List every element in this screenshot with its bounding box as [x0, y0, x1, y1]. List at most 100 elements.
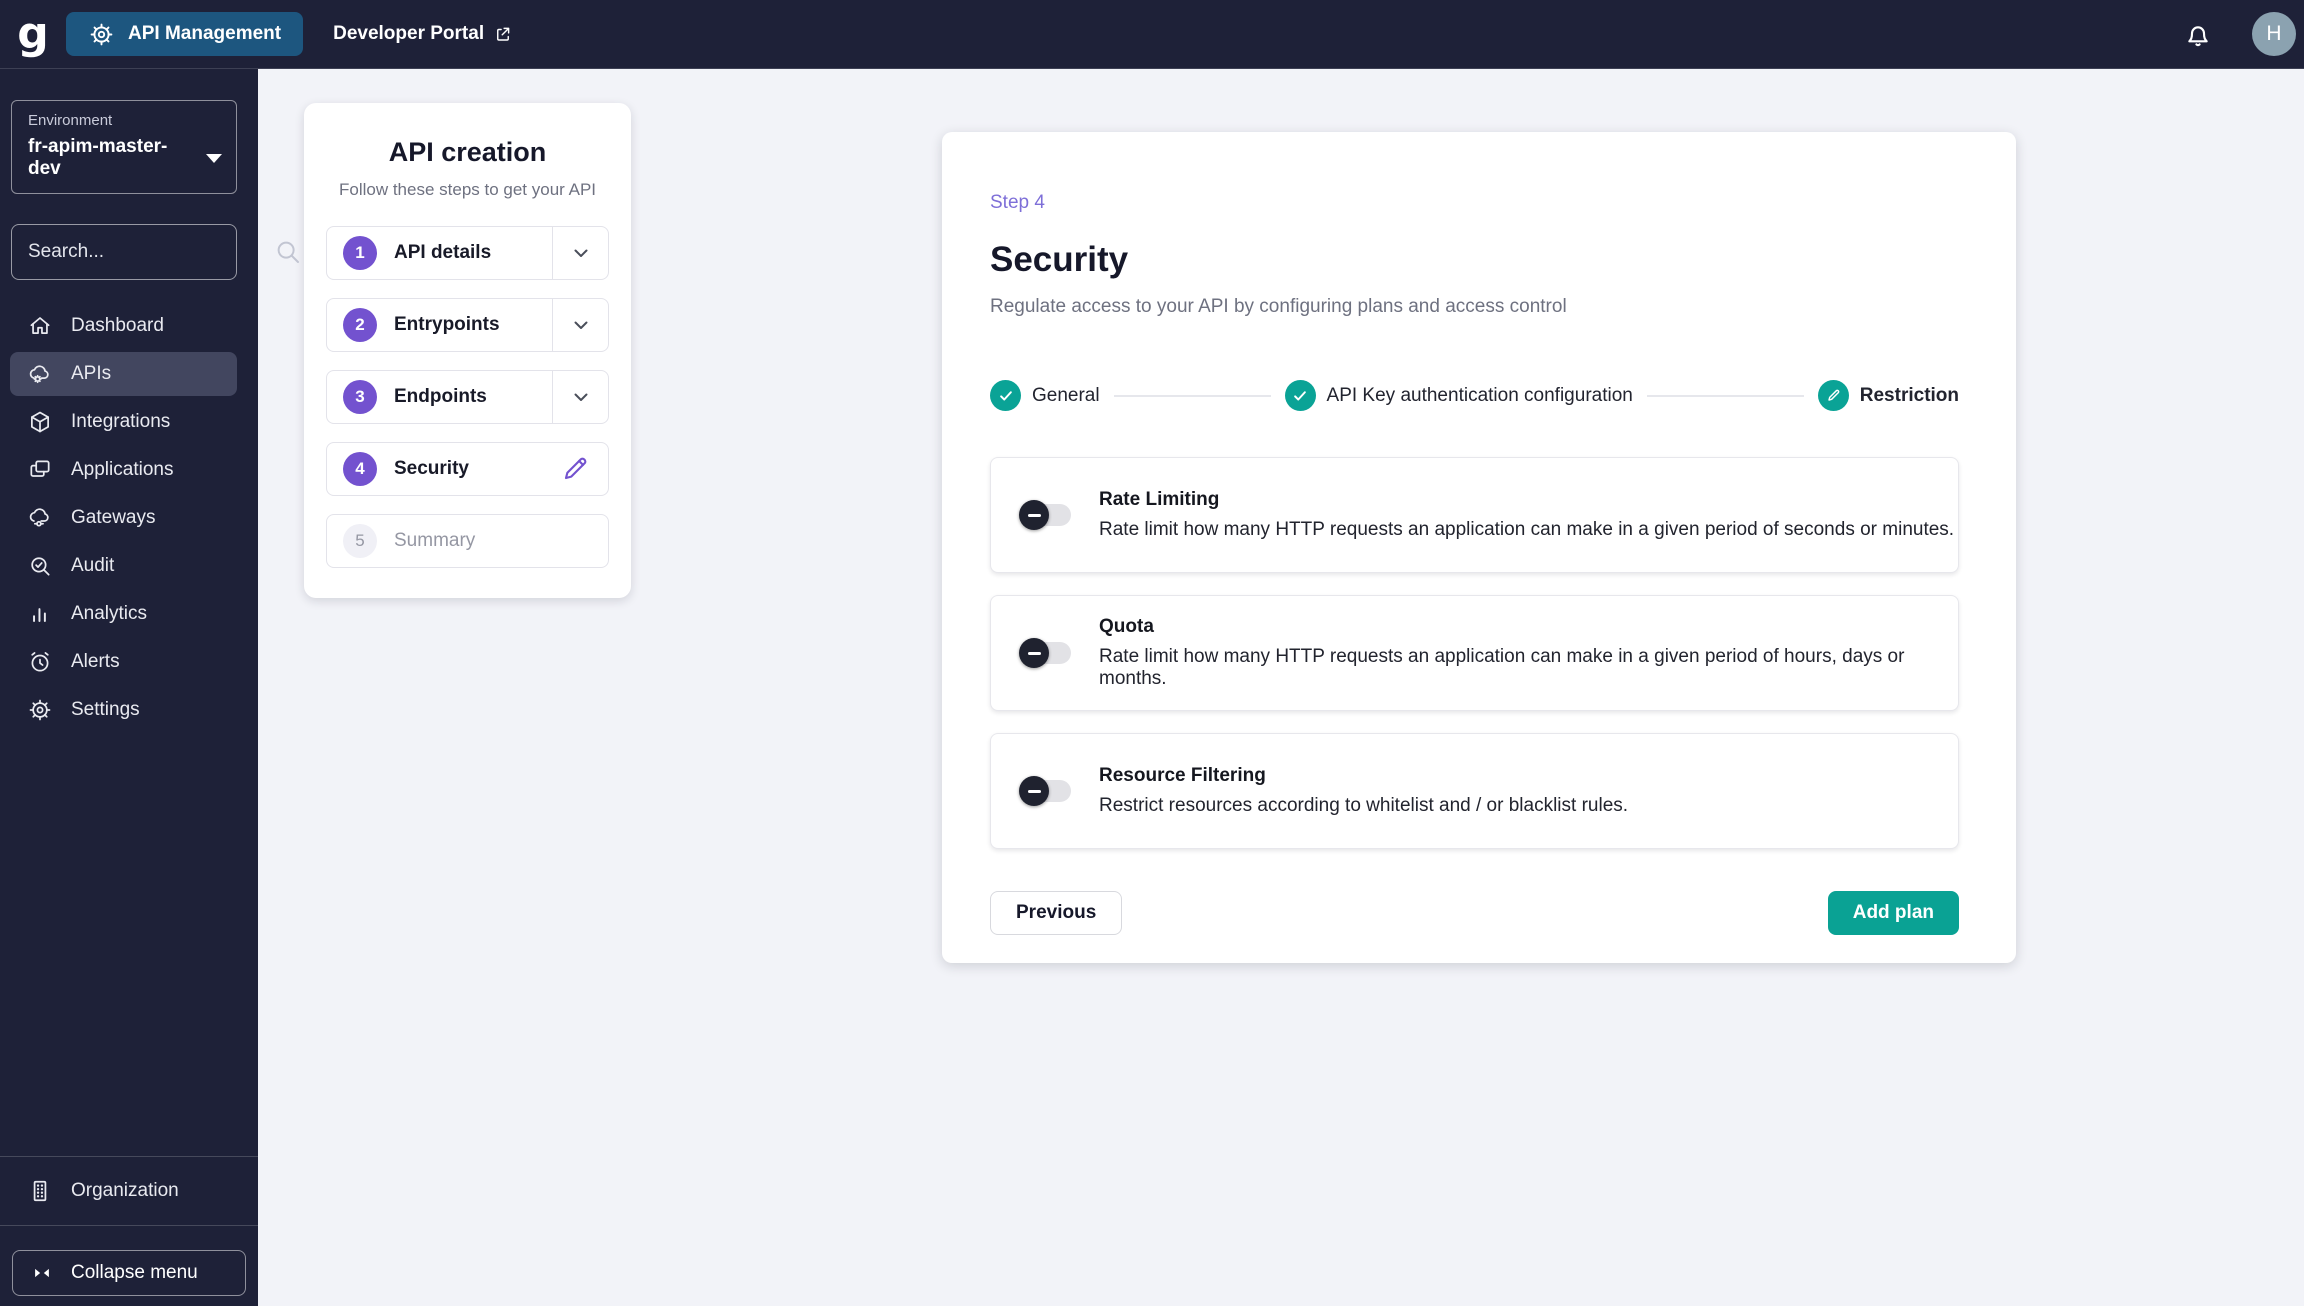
sidebar-item-audit[interactable]: Audit — [10, 544, 237, 588]
step-number-badge: 4 — [343, 452, 377, 486]
expand-step-button[interactable] — [552, 371, 608, 423]
environment-value: fr-apim-master-dev — [28, 136, 168, 179]
sidebar-divider — [0, 1156, 258, 1157]
gear-icon — [27, 697, 53, 723]
resource-filtering-toggle[interactable] — [1019, 776, 1071, 806]
rate-limiting-toggle[interactable] — [1019, 500, 1071, 530]
rate-limiting-card: Rate Limiting Rate limit how many HTTP r… — [990, 457, 1959, 573]
step-label: Summary — [394, 530, 476, 551]
sidebar-item-alerts[interactable]: Alerts — [10, 640, 237, 684]
toggle-description: Restrict resources according to whitelis… — [1099, 795, 1629, 816]
add-plan-button[interactable]: Add plan — [1827, 891, 1959, 935]
check-icon — [990, 380, 1021, 411]
collapse-menu-button[interactable]: Collapse menu — [12, 1250, 246, 1296]
sidebar-item-label: Integrations — [71, 411, 171, 432]
toggle-description: Rate limit how many HTTP requests an app… — [1099, 519, 1955, 540]
gravitee-logo: g — [0, 12, 66, 56]
wizard-step-api-details: 1 API details — [326, 226, 609, 280]
topbar: g API Management Developer Portal H — [0, 0, 2304, 69]
stepper-item-general[interactable]: General — [990, 380, 1100, 411]
search-input[interactable] — [28, 241, 273, 263]
chevron-down-icon — [569, 241, 593, 265]
sidebar-item-label: Gateways — [71, 507, 156, 528]
cloud-gear-icon — [27, 361, 53, 387]
developer-portal-link[interactable]: Developer Portal — [333, 23, 512, 45]
chevron-down-icon — [569, 313, 593, 337]
toggle-description: Rate limit how many HTTP requests an app… — [1099, 646, 1905, 689]
gravitee-logo-glyph: g — [17, 8, 49, 59]
step-label: API details — [394, 242, 492, 263]
avatar-initial: H — [2266, 22, 2282, 45]
stepper-item-apikey-config[interactable]: API Key authentication configuration — [1284, 380, 1633, 411]
step-label: Entrypoints — [394, 314, 500, 335]
quota-card: Quota Rate limit how many HTTP requests … — [990, 595, 1959, 711]
step-indicator: Step 4 — [990, 192, 1045, 213]
stepper-label: General — [1032, 384, 1100, 406]
step-label: Security — [394, 458, 469, 479]
sidebar-item-label: Applications — [71, 459, 174, 480]
previous-button[interactable]: Previous — [990, 891, 1123, 935]
windows-icon — [27, 457, 53, 483]
sidebar: Environment fr-apim-master-dev Dashboard — [0, 69, 299, 1306]
sidebar-item-dashboard[interactable]: Dashboard — [10, 304, 237, 348]
sidebar-item-analytics[interactable]: Analytics — [10, 592, 237, 636]
wizard-step-endpoints: 3 Endpoints — [326, 370, 609, 424]
chevron-down-icon — [206, 153, 222, 163]
environment-selector[interactable]: Environment fr-apim-master-dev — [11, 100, 237, 194]
security-step-panel: Step 4 Security Regulate access to your … — [942, 132, 2016, 963]
building-icon — [27, 1178, 53, 1204]
wizard-step-summary: 5 Summary — [326, 514, 609, 568]
api-management-label: API Management — [128, 23, 282, 44]
toggle-title: Resource Filtering — [1099, 765, 1266, 786]
developer-portal-label: Developer Portal — [333, 23, 485, 44]
toggle-title: Quota — [1099, 616, 1154, 637]
sidebar-item-apis[interactable]: APIs — [10, 352, 237, 396]
environment-label: Environment — [28, 112, 113, 129]
api-management-button[interactable]: API Management — [66, 12, 304, 56]
expand-step-button[interactable] — [552, 299, 608, 351]
sidebar-divider — [0, 1225, 258, 1226]
sidebar-item-integrations[interactable]: Integrations — [10, 400, 237, 444]
resource-filtering-card: Resource Filtering Restrict resources ac… — [990, 733, 1959, 849]
page-description: Regulate access to your API by configuri… — [990, 296, 1567, 317]
collapse-icon — [31, 1262, 53, 1284]
sidebar-item-label: Settings — [71, 699, 140, 720]
sidebar-item-gateways[interactable]: Gateways — [10, 496, 237, 540]
expand-step-button[interactable] — [552, 227, 608, 279]
sidebar-item-applications[interactable]: Applications — [10, 448, 237, 492]
notifications-bell-icon[interactable] — [2182, 18, 2214, 50]
pencil-icon — [560, 454, 590, 484]
sidebar-item-label: Analytics — [71, 603, 148, 624]
plan-stepper: General API Key authentication configura… — [990, 380, 1959, 411]
stepper-connector — [1646, 394, 1804, 397]
home-icon — [27, 313, 53, 339]
stepper-label: Restriction — [1859, 384, 1960, 406]
check-icon — [1284, 380, 1316, 411]
cube-icon — [27, 409, 53, 435]
gear-icon — [88, 21, 115, 48]
toggle-thumb-minus-icon — [1019, 776, 1049, 806]
bar-chart-icon — [27, 601, 53, 627]
stepper-item-restriction[interactable]: Restriction — [1817, 380, 1960, 411]
wizard-title: API creation — [388, 137, 547, 167]
wizard-step-security: 4 Security — [326, 442, 609, 496]
toggle-title: Rate Limiting — [1099, 489, 1220, 510]
api-creation-card: API creation Follow these steps to get y… — [304, 103, 631, 598]
external-link-icon — [494, 25, 512, 43]
page-title: Security — [990, 240, 1129, 279]
edit-step-button[interactable] — [560, 454, 608, 484]
sidebar-item-organization[interactable]: Organization — [10, 1169, 237, 1213]
step-number-badge: 5 — [343, 524, 377, 558]
quota-toggle[interactable] — [1019, 638, 1071, 668]
sidebar-search — [11, 224, 299, 280]
sidebar-item-label: Organization — [71, 1180, 179, 1201]
stepper-label: API Key authentication configuration — [1326, 384, 1633, 406]
sidebar-item-settings[interactable]: Settings — [10, 688, 237, 732]
pencil-icon — [1817, 380, 1849, 411]
user-avatar[interactable]: H — [2252, 12, 2296, 56]
sidebar-item-label: Alerts — [71, 651, 120, 672]
step-number-badge: 1 — [343, 236, 377, 270]
wizard-subtitle: Follow these steps to get your API — [338, 180, 597, 199]
wizard-step-entrypoints: 2 Entrypoints — [326, 298, 609, 352]
alarm-clock-icon — [27, 649, 53, 675]
